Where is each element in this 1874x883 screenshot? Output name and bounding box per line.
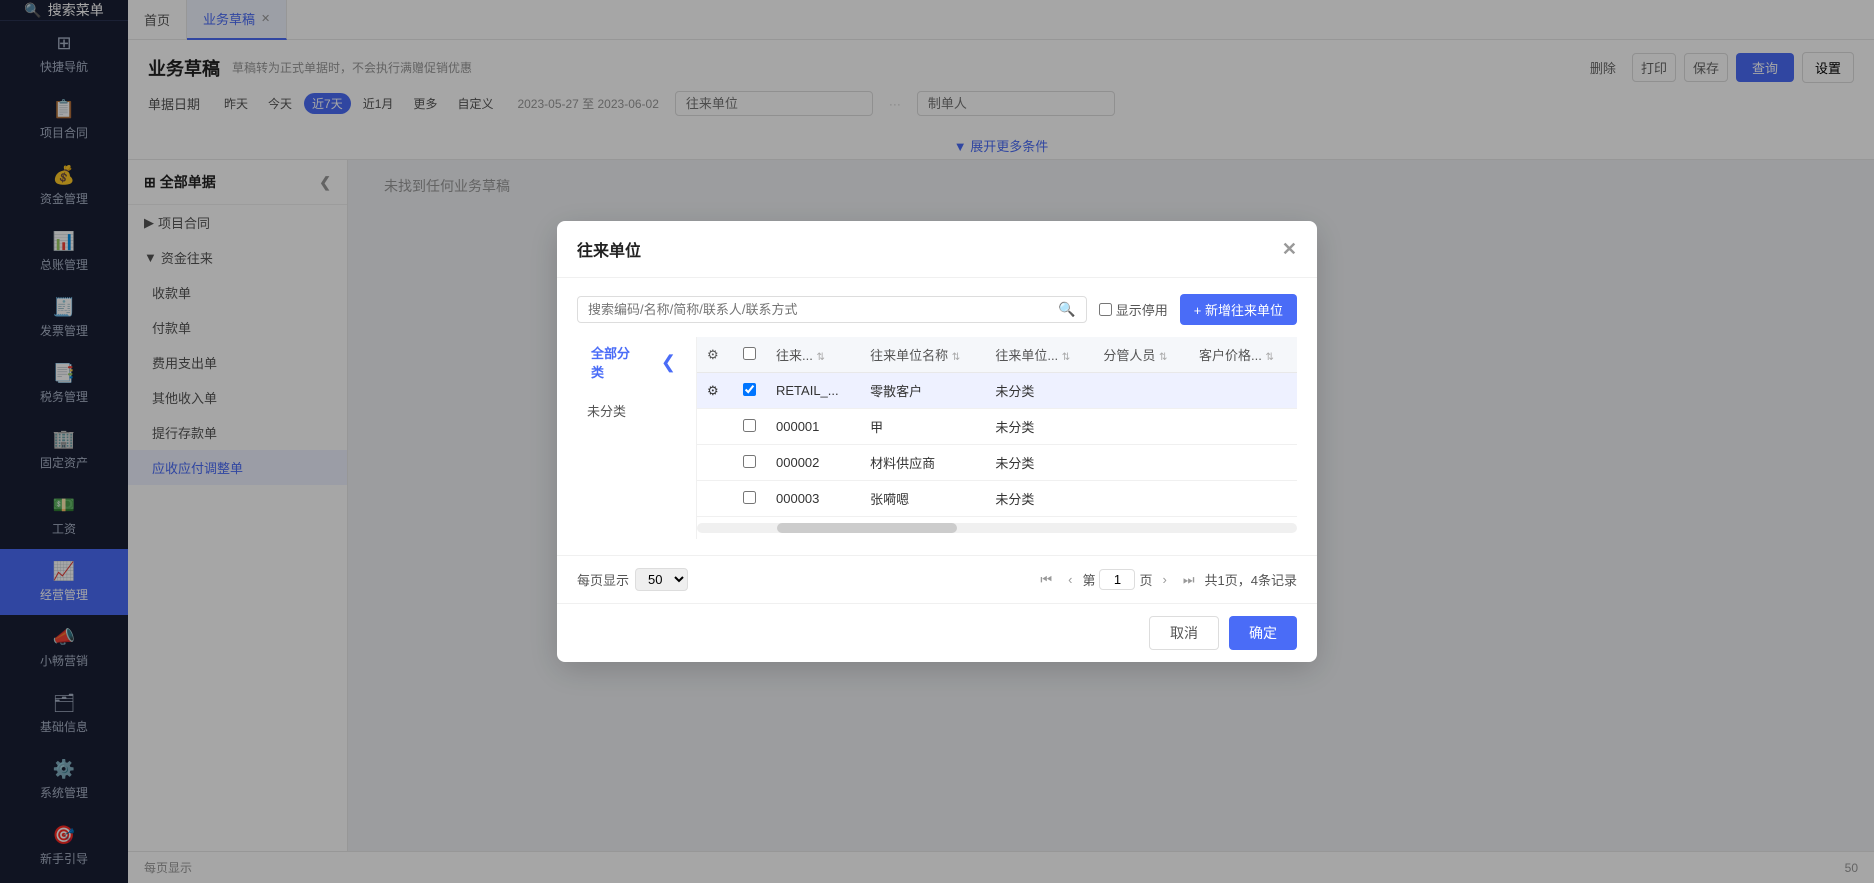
sort-code-icon: ⇅ — [816, 352, 824, 363]
table-col-category[interactable]: 往来单位... ⇅ — [985, 337, 1093, 373]
collapse-category-button[interactable]: ❮ — [653, 348, 684, 377]
page-total-info: 共1页，4条记录 — [1205, 570, 1297, 589]
page-nav: ⏮ ‹ 第 页 › ⏭ 共1页，4条记录 — [1034, 569, 1297, 590]
row-checkbox-1[interactable] — [743, 383, 756, 396]
sort-name-icon: ⇅ — [952, 352, 960, 363]
confirm-button[interactable]: 确定 — [1229, 616, 1297, 650]
per-page-group: 每页显示 50 — [577, 568, 688, 591]
table-cell-category: 未分类 — [985, 445, 1093, 481]
sort-price-icon: ⇅ — [1265, 352, 1273, 363]
page-input[interactable] — [1099, 569, 1135, 590]
dialog-footer: 每页显示 50 ⏮ ‹ 第 页 › ⏭ 共1页，4条记录 — [557, 555, 1317, 603]
table-cell-manager — [1093, 373, 1189, 409]
table-col-price[interactable]: 客户价格... ⇅ — [1189, 337, 1297, 373]
row-checkbox-4[interactable] — [743, 491, 756, 504]
dialog-header: 往来单位 ✕ — [557, 221, 1317, 278]
table-row[interactable]: 000003 张嗬嗯 未分类 — [697, 481, 1297, 517]
pagination-row: 每页显示 50 ⏮ ‹ 第 页 › ⏭ 共1页，4条记录 — [577, 568, 1297, 591]
dialog-action-footer: 取消 确定 — [557, 603, 1317, 662]
next-page-button[interactable]: › — [1156, 570, 1172, 589]
table-settings-col[interactable]: ⚙ — [697, 337, 733, 373]
dialog-table-wrap: ⚙ 往来... ⇅ 往来单位名称 ⇅ — [697, 337, 1297, 539]
table-cell-check — [733, 409, 766, 445]
table-cell-code: RETAIL_... — [766, 373, 860, 409]
partner-dialog: 往来单位 ✕ 🔍 显示停用 + 新增往来单位 — [557, 221, 1317, 662]
first-page-button[interactable]: ⏮ — [1034, 570, 1058, 590]
select-all-checkbox[interactable] — [743, 347, 756, 360]
table-cell-code: 000001 — [766, 409, 860, 445]
table-cell-category: 未分类 — [985, 373, 1093, 409]
table-cell-category: 未分类 — [985, 481, 1093, 517]
table-cell-settings — [697, 481, 733, 517]
table-cell-price — [1189, 373, 1297, 409]
dialog-search-input[interactable] — [588, 302, 1052, 317]
table-cell-code: 000002 — [766, 445, 860, 481]
table-check-col[interactable] — [733, 337, 766, 373]
table-cell-check — [733, 373, 766, 409]
dialog-close-button[interactable]: ✕ — [1282, 239, 1297, 260]
table-cell-manager — [1093, 409, 1189, 445]
per-page-label: 每页显示 — [577, 570, 629, 589]
modal-overlay[interactable]: 往来单位 ✕ 🔍 显示停用 + 新增往来单位 — [0, 0, 1874, 883]
table-row[interactable]: ⚙ RETAIL_... 零散客户 未分类 — [697, 373, 1297, 409]
sort-manager-icon: ⇅ — [1159, 352, 1167, 363]
partner-table: ⚙ 往来... ⇅ 往来单位名称 ⇅ — [697, 337, 1297, 517]
table-cell-name: 零散客户 — [860, 373, 985, 409]
table-col-code[interactable]: 往来... ⇅ — [766, 337, 860, 373]
table-cell-price — [1189, 445, 1297, 481]
table-cell-price — [1189, 409, 1297, 445]
prev-page-button[interactable]: ‹ — [1062, 570, 1078, 589]
table-row[interactable]: 000001 甲 未分类 — [697, 409, 1297, 445]
table-cell-settings: ⚙ — [697, 373, 733, 409]
show-disabled-checkbox[interactable] — [1099, 303, 1112, 316]
row-settings-icon: ⚙ — [707, 383, 719, 398]
table-cell-name: 张嗬嗯 — [860, 481, 985, 517]
table-cell-manager — [1093, 481, 1189, 517]
dialog-title: 往来单位 — [577, 237, 641, 261]
page-label: 第 — [1082, 570, 1095, 589]
search-icon: 🔍 — [1058, 301, 1075, 318]
dialog-category-panel: 全部分类 ❮ 未分类 — [577, 337, 697, 539]
dialog-content: 全部分类 ❮ 未分类 ⚙ 往来... — [577, 337, 1297, 539]
table-scrollbar-thumb — [777, 523, 957, 533]
table-scrollbar[interactable] — [697, 523, 1297, 533]
dialog-search-wrap: 🔍 — [577, 296, 1087, 323]
table-cell-check — [733, 445, 766, 481]
row-checkbox-3[interactable] — [743, 455, 756, 468]
row-checkbox-2[interactable] — [743, 419, 756, 432]
table-cell-settings — [697, 445, 733, 481]
dialog-body: 🔍 显示停用 + 新增往来单位 全部分类 ❮ 未分类 — [557, 278, 1317, 555]
page-suffix: 页 — [1139, 570, 1152, 589]
dialog-all-category[interactable]: 全部分类 — [581, 337, 653, 387]
table-cell-category: 未分类 — [985, 409, 1093, 445]
dialog-uncategorized[interactable]: 未分类 — [577, 395, 688, 426]
table-cell-name: 材料供应商 — [860, 445, 985, 481]
table-row[interactable]: 000002 材料供应商 未分类 — [697, 445, 1297, 481]
table-col-manager[interactable]: 分管人员 ⇅ — [1093, 337, 1189, 373]
table-cell-price — [1189, 481, 1297, 517]
table-cell-check — [733, 481, 766, 517]
dialog-toolbar: 🔍 显示停用 + 新增往来单位 — [577, 294, 1297, 325]
table-col-name[interactable]: 往来单位名称 ⇅ — [860, 337, 985, 373]
per-page-select[interactable]: 50 — [635, 568, 688, 591]
table-cell-code: 000003 — [766, 481, 860, 517]
table-cell-manager — [1093, 445, 1189, 481]
last-page-button[interactable]: ⏭ — [1177, 570, 1201, 590]
cancel-button[interactable]: 取消 — [1149, 616, 1219, 650]
show-disabled-label: 显示停用 — [1116, 300, 1168, 319]
table-cell-settings — [697, 409, 733, 445]
show-disabled-wrap: 显示停用 — [1099, 300, 1168, 319]
sort-category-icon: ⇅ — [1062, 352, 1070, 363]
add-partner-button[interactable]: + 新增往来单位 — [1180, 294, 1297, 325]
table-cell-name: 甲 — [860, 409, 985, 445]
